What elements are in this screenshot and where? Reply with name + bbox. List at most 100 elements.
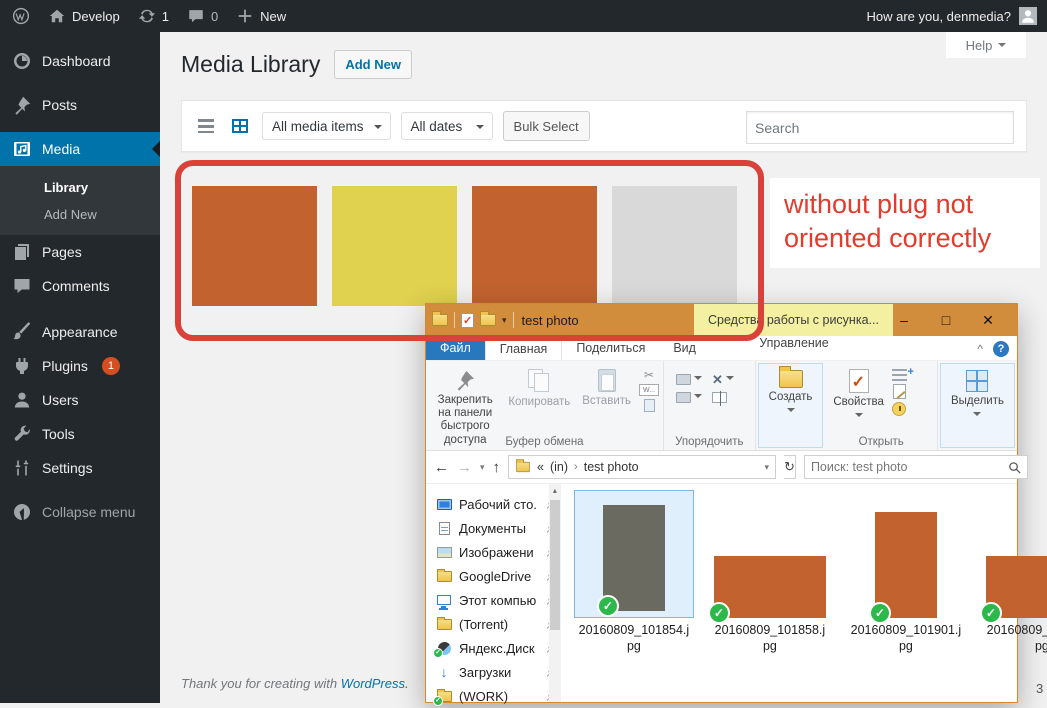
wordpress-link[interactable]: WordPress. <box>341 676 409 691</box>
paste-shortcut-button[interactable] <box>643 399 655 412</box>
new-menu[interactable]: New <box>236 7 286 25</box>
avatar[interactable] <box>1019 7 1037 25</box>
date-filter-select[interactable]: All dates <box>400 112 493 140</box>
nav-item-downloads[interactable]: ↓ Загрузки <box>436 660 563 684</box>
nav-item-torrent[interactable]: (Torrent) <box>436 612 563 636</box>
nav-item-documents[interactable]: Документы <box>436 516 563 540</box>
forward-button[interactable]: → <box>457 459 472 476</box>
help-dropdown[interactable]: Help <box>946 32 1026 58</box>
nav-item-yandex-disk[interactable]: ✓ Яндекс.Диск <box>433 636 563 660</box>
picture-tools-tab[interactable]: Средства работы с рисунка... <box>694 304 893 336</box>
breadcrumb-current[interactable]: test photo <box>584 460 639 474</box>
file-item-1[interactable]: ✓ 20160809_101854.jpg <box>571 490 697 655</box>
tab-share[interactable]: Поделиться <box>562 336 659 360</box>
sidebar-item-label: Posts <box>42 97 78 113</box>
address-box[interactable]: « (in) › test photo ▾ <box>508 455 777 479</box>
scroll-up-arrow[interactable]: ▴ <box>549 486 561 495</box>
media-search-input[interactable] <box>746 111 1014 144</box>
updates-menu[interactable]: 1 <box>138 7 169 25</box>
sidebar-item-users[interactable]: Users <box>0 383 160 417</box>
site-menu[interactable]: Develop <box>48 7 120 25</box>
nav-scrollbar[interactable]: ▴ <box>548 484 561 702</box>
tab-home[interactable]: Главная <box>484 336 563 360</box>
user-greeting[interactable]: How are you, denmedia? <box>866 9 1011 24</box>
comments-menu[interactable]: 0 <box>187 7 218 25</box>
add-new-button[interactable]: Add New <box>334 50 412 79</box>
cut-button[interactable]: ✂ <box>644 369 654 381</box>
sidebar-item-label: Collapse menu <box>42 504 136 520</box>
move-to-button[interactable] <box>676 373 702 386</box>
copy-path-button[interactable]: W... <box>639 384 659 396</box>
submenu-item-library[interactable]: Library <box>0 174 160 201</box>
file-name: 20160809_101901.jpg <box>850 623 962 654</box>
sidebar-item-plugins[interactable]: Plugins 1 <box>0 349 160 383</box>
ribbon-group-select: Выделить <box>939 363 1015 448</box>
sidebar-item-tools[interactable]: Tools <box>0 417 160 451</box>
list-view-button[interactable] <box>194 114 218 138</box>
sidebar-item-posts[interactable]: Posts <box>0 88 160 122</box>
sidebar-item-media[interactable]: Media <box>0 132 160 166</box>
nav-item-pictures[interactable]: Изображени <box>436 540 563 564</box>
minimize-button[interactable]: – <box>883 304 925 336</box>
media-thumbnail-monitor-photo-1[interactable] <box>192 186 317 306</box>
sidebar-item-settings[interactable]: Settings <box>0 451 160 485</box>
nav-item-this-pc[interactable]: Этот компью <box>436 588 563 612</box>
refresh-button[interactable]: ↻ <box>784 455 796 479</box>
history-icon[interactable] <box>892 402 907 416</box>
nav-item-googledrive[interactable]: GoogleDrive <box>436 564 563 588</box>
sidebar-item-dashboard[interactable]: Dashboard <box>0 44 160 78</box>
download-icon: ↓ <box>440 664 448 680</box>
paste-button[interactable]: Вставить <box>578 367 635 410</box>
select-all-button[interactable]: Выделить <box>947 368 1008 422</box>
nav-item-work[interactable]: ✓ (WORK) <box>433 684 563 708</box>
submenu-item-add-new[interactable]: Add New <box>0 201 160 228</box>
annotation-line-1: without plug not <box>784 189 974 219</box>
edit-icon[interactable] <box>892 384 906 399</box>
folder-icon[interactable] <box>432 311 448 326</box>
file-item-3[interactable]: ✓ 20160809_101901.jpg <box>843 490 969 655</box>
delete-button[interactable]: ✕ <box>712 373 734 386</box>
sidebar-item-pages[interactable]: Pages <box>0 235 160 269</box>
media-type-select[interactable]: All media items <box>262 112 391 140</box>
sidebar-item-appearance[interactable]: Appearance <box>0 315 160 349</box>
explorer-title-bar[interactable]: ▾ test photo Средства работы с рисунка..… <box>426 304 1017 336</box>
breadcrumb-parent[interactable]: (in) <box>550 460 568 474</box>
properties-button[interactable]: Свойства <box>829 367 888 423</box>
scrollbar-thumb[interactable] <box>549 500 560 630</box>
sidebar-item-comments[interactable]: Comments <box>0 269 160 303</box>
media-thumbnail-monitor-photo-3[interactable] <box>472 186 597 306</box>
tab-file[interactable]: Файл <box>426 336 485 360</box>
sidebar-item-label: Dashboard <box>42 53 111 69</box>
bulk-select-button[interactable]: Bulk Select <box>502 111 590 141</box>
nav-item-desktop[interactable]: Рабочий сто. <box>436 492 563 516</box>
sidebar-item-label: Tools <box>42 426 75 442</box>
sidebar-item-collapse-menu[interactable]: Collapse menu <box>0 495 160 529</box>
explorer-help-button[interactable]: ? <box>993 340 1009 357</box>
media-thumbnail-monitor-photo-4-rotated[interactable] <box>612 186 737 306</box>
folder-icon[interactable] <box>480 311 496 326</box>
copy-to-button[interactable] <box>676 392 702 403</box>
tab-manage[interactable]: Управление <box>694 336 894 350</box>
explorer-search-input[interactable] <box>810 460 1008 474</box>
history-dropdown[interactable]: ▾ <box>480 462 485 473</box>
maximize-button[interactable]: □ <box>925 304 967 336</box>
close-button[interactable]: ✕ <box>967 304 1009 336</box>
address-dropdown-caret[interactable]: ▾ <box>765 462 770 473</box>
back-button[interactable]: ← <box>434 459 449 476</box>
copy-button[interactable]: Копировать <box>504 367 574 411</box>
grid-view-button[interactable] <box>228 114 252 138</box>
file-item-2[interactable]: ✓ 20160809_101858.jpg <box>707 490 833 655</box>
breadcrumb-collapse[interactable]: « <box>537 460 544 474</box>
media-thumbnail-monitor-photo-2-rotated[interactable] <box>332 186 457 306</box>
rename-button[interactable] <box>712 391 734 406</box>
new-folder-button[interactable]: Создать <box>765 366 817 418</box>
qat-customize-caret[interactable]: ▾ <box>502 315 507 326</box>
properties-check-icon[interactable] <box>461 312 474 328</box>
collapse-ribbon-button[interactable]: ^ <box>977 342 983 356</box>
file-item-4[interactable]: ✓ 20160809_101905.jpg <box>979 490 1047 655</box>
wordpress-logo-icon[interactable] <box>12 7 30 25</box>
open-with-icon[interactable] <box>891 366 914 381</box>
media-type-value: All media items <box>272 118 364 134</box>
explorer-search-box[interactable] <box>803 455 1028 479</box>
up-button[interactable]: ↑ <box>493 459 501 476</box>
